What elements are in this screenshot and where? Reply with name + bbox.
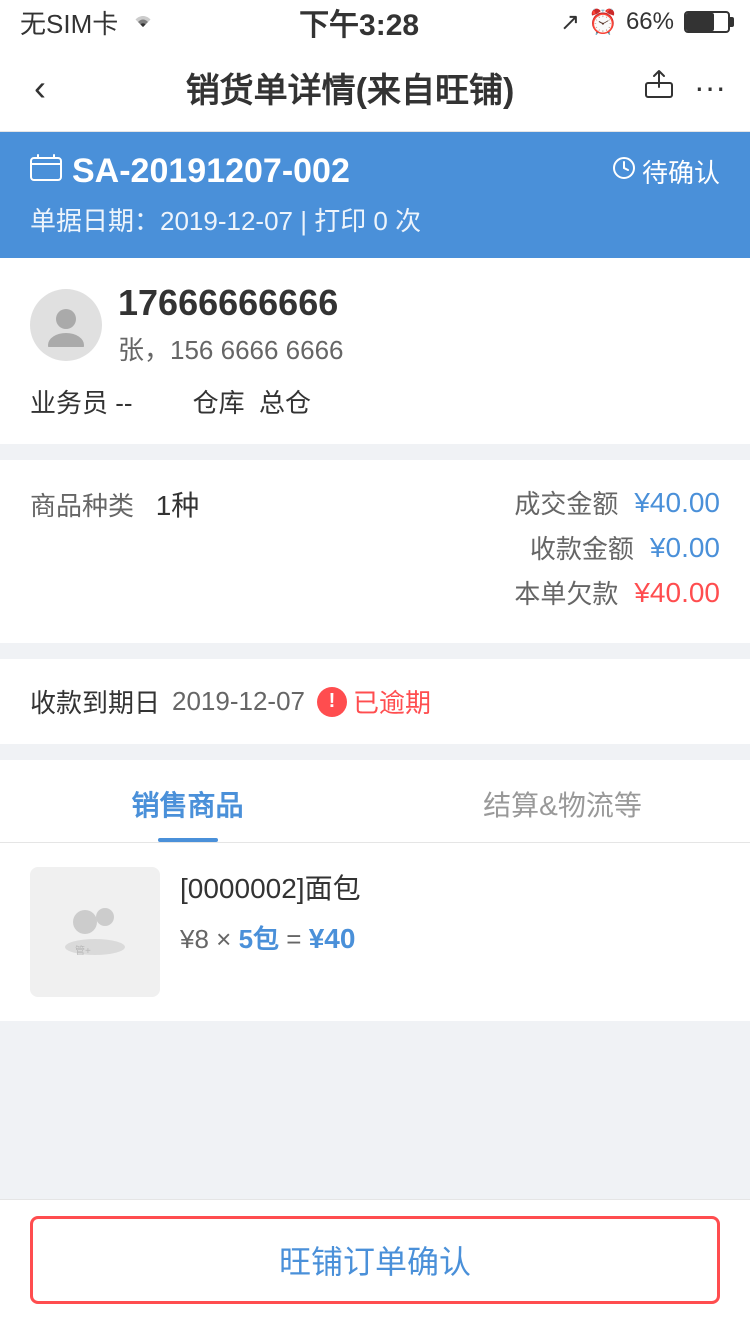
order-status: 待确认	[612, 153, 720, 190]
status-right: ↗ ⏰ 66%	[560, 8, 730, 37]
category-info: 商品种类 1种	[30, 484, 199, 524]
amounts-section: 商品种类 1种 成交金额 ¥40.00 收款金额 ¥0.00 本单欠款 ¥40.…	[0, 460, 750, 643]
quantity: 5包	[239, 924, 279, 954]
transaction-amount: ¥40.00	[634, 487, 720, 519]
owed-amount: ¥40.00	[634, 577, 720, 609]
battery-icon	[684, 11, 730, 33]
alarm-icon: ⏰	[588, 8, 618, 37]
back-button[interactable]: ‹	[24, 57, 56, 119]
empty-area	[0, 1021, 750, 1221]
order-number: SA-20191207-002	[30, 152, 350, 191]
confirm-order-button[interactable]: 旺铺订单确认	[30, 1216, 720, 1304]
product-info: [0000002]面包 ¥8 × 5包 = ¥40	[180, 867, 720, 956]
due-date-label: 收款到期日	[30, 683, 160, 720]
status-bar: 无SIM卡 下午3:28 ↗ ⏰ 66%	[0, 0, 750, 44]
unit-price: ¥8	[180, 924, 209, 954]
order-header: SA-20191207-002 待确认 单据日期：2019-12-07 | 打印…	[0, 132, 750, 258]
share-button[interactable]	[644, 69, 674, 107]
order-meta: 单据日期：2019-12-07 | 打印 0 次	[30, 201, 720, 238]
battery-percent: 66%	[626, 8, 674, 36]
status-time: 下午3:28	[299, 0, 419, 44]
product-total: ¥40	[309, 923, 356, 954]
page-title: 销货单详情(来自旺铺)	[186, 63, 515, 112]
transaction-amount-line: 成交金额 ¥40.00	[514, 484, 720, 521]
multiply-sign: ×	[216, 924, 238, 954]
avatar	[30, 289, 102, 361]
wifi-icon	[128, 7, 158, 38]
svg-text:管+: 管+	[75, 944, 91, 957]
amounts-row: 商品种类 1种 成交金额 ¥40.00 收款金额 ¥0.00 本单欠款 ¥40.…	[30, 484, 720, 619]
product-thumbnail: 管+	[30, 867, 160, 997]
order-icon	[30, 152, 62, 191]
status-left: 无SIM卡	[20, 4, 158, 41]
customer-row: 17666666666 张，156 6666 6666	[30, 282, 720, 367]
received-amount: ¥0.00	[650, 532, 720, 564]
customer-name: 张，156 6666 6666	[118, 330, 344, 367]
location-icon: ↗	[560, 8, 580, 37]
customer-details: 业务员 -- 仓库 总仓	[30, 383, 720, 420]
category-value: 1种	[156, 490, 200, 521]
equals-sign: =	[286, 924, 308, 954]
more-button[interactable]: ···	[694, 69, 726, 106]
received-amount-line: 收款金额 ¥0.00	[514, 529, 720, 566]
overdue-text: 已逾期	[353, 683, 431, 720]
warehouse-item: 仓库 总仓	[193, 383, 311, 420]
due-date-value: 2019-12-07	[172, 686, 305, 717]
tabs-bar: 销售商品 结算&物流等	[0, 760, 750, 843]
nav-actions: ···	[644, 69, 726, 107]
salesperson-item: 业务员 --	[30, 383, 133, 420]
tab-settlement[interactable]: 结算&物流等	[375, 760, 750, 842]
product-item: 管+ [0000002]面包 ¥8 × 5包 = ¥40	[30, 867, 720, 997]
order-header-top: SA-20191207-002 待确认	[30, 152, 720, 191]
status-clock-icon	[612, 156, 636, 187]
salesperson-value: --	[115, 388, 132, 418]
due-section: 收款到期日 2019-12-07 ! 已逾期	[0, 659, 750, 744]
amounts-right: 成交金额 ¥40.00 收款金额 ¥0.00 本单欠款 ¥40.00	[514, 484, 720, 619]
bottom-bar: 旺铺订单确认	[0, 1199, 750, 1334]
product-name: [0000002]面包	[180, 867, 720, 907]
overdue-badge: ! 已逾期	[317, 683, 431, 720]
tab-products[interactable]: 销售商品	[0, 760, 375, 842]
nav-bar: ‹ 销货单详情(来自旺铺) ···	[0, 44, 750, 132]
customer-phone: 17666666666	[118, 282, 344, 324]
customer-section: 17666666666 张，156 6666 6666 业务员 -- 仓库 总仓	[0, 258, 750, 444]
product-section: 管+ [0000002]面包 ¥8 × 5包 = ¥40	[0, 843, 750, 1021]
owed-amount-line: 本单欠款 ¥40.00	[514, 574, 720, 611]
product-price-line: ¥8 × 5包 = ¥40	[180, 919, 720, 956]
warehouse-value: 总仓	[259, 388, 311, 418]
overdue-warning-icon: !	[317, 687, 347, 717]
carrier-text: 无SIM卡	[20, 4, 118, 41]
tabs-section: 销售商品 结算&物流等 管+ [0000002]面包 ¥8 × 5包 =	[0, 760, 750, 1021]
status-text: 待确认	[642, 153, 720, 190]
customer-info: 17666666666 张，156 6666 6666	[118, 282, 344, 367]
